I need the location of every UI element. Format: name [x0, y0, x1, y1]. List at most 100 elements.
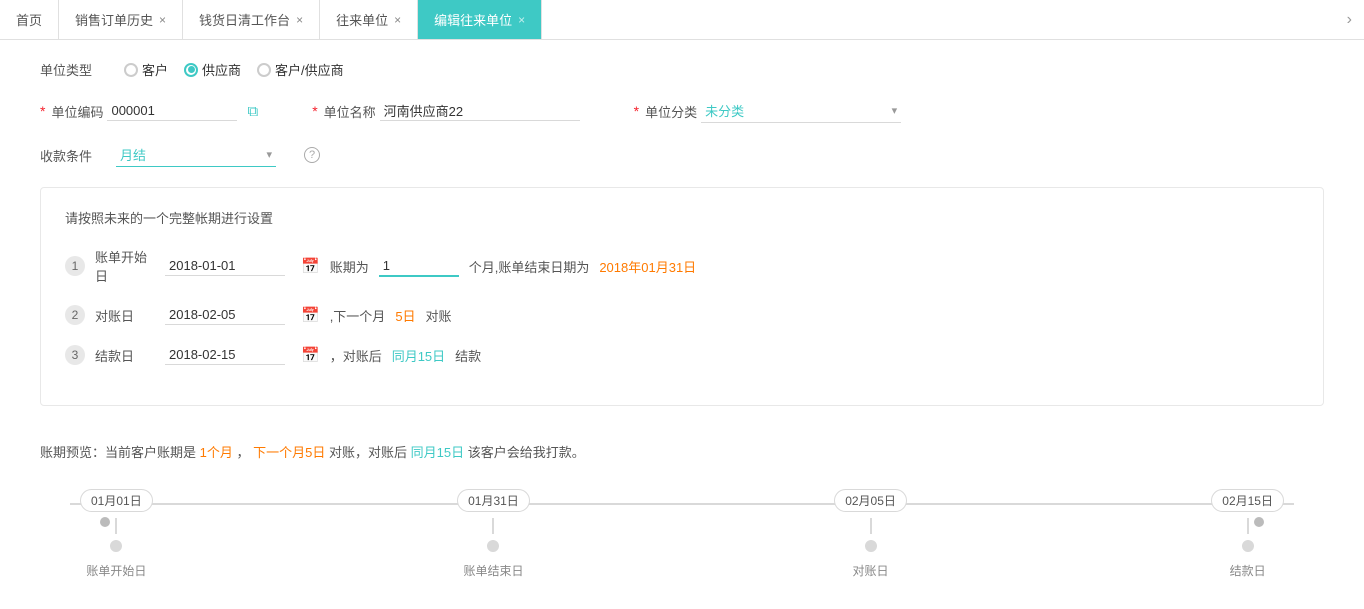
- period-row-3: 3 结款日 📅 ，对账后 同月15日 结款: [65, 345, 1299, 365]
- payment-suffix-pre: ，对账后: [330, 346, 382, 365]
- unit-category-group: * 单位分类 未分类 ▾: [634, 99, 901, 123]
- tab-partner-list-close[interactable]: ×: [394, 13, 401, 27]
- radio-customer-circle: [124, 63, 138, 77]
- period-row-3-label: 结款日: [95, 346, 155, 365]
- period-start-date-input[interactable]: [165, 256, 285, 276]
- unit-type-label: 单位类型: [40, 60, 100, 79]
- timeline-date-1: 01月31日: [457, 489, 530, 512]
- timeline-label-0: 账单开始日: [86, 562, 146, 579]
- tab-cash-work-label: 钱货日清工作台: [199, 10, 290, 29]
- unit-code-label: 单位编码: [51, 102, 103, 121]
- radio-supplier-label: 供应商: [202, 60, 241, 79]
- tab-sales-history-close[interactable]: ×: [159, 13, 166, 27]
- timeline-dot-2: [865, 540, 877, 552]
- unit-category-arrow-icon: ▾: [892, 104, 898, 117]
- preview-section: 账期预览：当前客户账期是 1个月 ， 下一个月5日 对账，对账后 同月15日 该…: [40, 426, 1324, 469]
- tab-home-label: 首页: [16, 10, 42, 29]
- tab-edit-partner-label: 编辑往来单位: [434, 10, 512, 29]
- tab-partner-list-label: 往来单位: [336, 10, 388, 29]
- radio-customer-label: 客户: [142, 60, 168, 79]
- payment-terms-select[interactable]: 月结 ▾: [116, 143, 276, 167]
- unit-type-radio-group: 客户 供应商 客户/供应商: [124, 60, 344, 79]
- timeline-item-0: 01月01日 账单开始日: [80, 489, 153, 579]
- unit-code-star: *: [40, 103, 45, 119]
- period-row-1-num: 1: [65, 256, 85, 276]
- timeline-dot-1: [487, 540, 499, 552]
- unit-name-label: 单位名称: [324, 102, 376, 121]
- timeline-connector-2: [870, 518, 872, 534]
- period-end-date: 2018年01月31日: [599, 257, 696, 276]
- radio-customer[interactable]: 客户: [124, 60, 168, 79]
- unit-code-group: * 单位编码 ⧉: [40, 101, 258, 121]
- period-row-1-label: 账单开始日: [95, 247, 155, 285]
- payment-date-input[interactable]: [165, 345, 285, 365]
- radio-supplier[interactable]: 供应商: [184, 60, 241, 79]
- payment-suffix-post: 结款: [455, 346, 481, 365]
- payment-day-highlight: 同月15日: [392, 346, 445, 365]
- payment-terms-arrow-icon: ▾: [266, 148, 272, 161]
- tab-edit-partner[interactable]: 编辑往来单位 ×: [418, 0, 542, 39]
- timeline-section: 01月01日 账单开始日 01月31日 账单结束日 02月05日 对账日 02月…: [40, 469, 1324, 589]
- radio-supplier-circle: [184, 63, 198, 77]
- radio-both[interactable]: 客户/供应商: [257, 60, 344, 79]
- payment-cal-icon[interactable]: 📅: [301, 346, 320, 364]
- tab-home[interactable]: 首页: [0, 0, 59, 39]
- unit-category-value: 未分类: [705, 101, 885, 120]
- payment-terms-row: 收款条件 月结 ▾ ?: [40, 143, 1324, 167]
- timeline-label-3: 结款日: [1230, 562, 1266, 579]
- unit-name-input[interactable]: [380, 101, 580, 121]
- unit-category-star: *: [634, 103, 639, 119]
- period-label: 账期为: [330, 257, 369, 276]
- timeline-connector-0: [115, 518, 117, 534]
- period-row-2: 2 对账日 📅 ,下一个月 5日 对账: [65, 305, 1299, 325]
- timeline-date-3: 02月15日: [1211, 489, 1284, 512]
- tab-partner-list[interactable]: 往来单位 ×: [320, 0, 418, 39]
- timeline-label-2: 对账日: [853, 562, 889, 579]
- period-num-input[interactable]: [379, 256, 459, 277]
- period-start-cal-icon[interactable]: 📅: [301, 257, 320, 275]
- timeline-item-2: 02月05日 对账日: [834, 489, 907, 579]
- tab-cash-work-close[interactable]: ×: [296, 13, 303, 27]
- unit-code-copy-icon[interactable]: ⧉: [247, 103, 258, 120]
- tab-bar: 首页 销售订单历史 × 钱货日清工作台 × 往来单位 × 编辑往来单位 × ›: [0, 0, 1364, 40]
- reconcile-suffix-pre: ,下一个月: [330, 306, 386, 325]
- period-box-title: 请按照未来的一个完整帐期进行设置: [65, 208, 1299, 227]
- timeline-item-3: 02月15日 结款日: [1211, 489, 1284, 579]
- preview-mid1: ，: [237, 445, 250, 460]
- reconcile-date-input[interactable]: [165, 305, 285, 325]
- preview-post: 该客户会给我打款。: [468, 445, 585, 460]
- period-row-1: 1 账单开始日 📅 账期为 个月,账单结束日期为 2018年01月31日: [65, 247, 1299, 285]
- period-row-2-num: 2: [65, 305, 85, 325]
- tab-sales-history[interactable]: 销售订单历史 ×: [59, 0, 183, 39]
- payment-terms-help-icon[interactable]: ?: [304, 147, 320, 163]
- period-row-3-num: 3: [65, 345, 85, 365]
- reconcile-cal-icon[interactable]: 📅: [301, 306, 320, 324]
- payment-terms-label: 收款条件: [40, 146, 92, 165]
- timeline-item-1: 01月31日 账单结束日: [457, 489, 530, 579]
- timeline-date-2: 02月05日: [834, 489, 907, 512]
- period-suffix: 个月,账单结束日期为: [469, 257, 590, 276]
- unit-category-label: 单位分类: [645, 102, 697, 121]
- unit-category-select[interactable]: 未分类 ▾: [701, 99, 901, 123]
- timeline-label-1: 账单结束日: [463, 562, 523, 579]
- preview-label: 账期预览：当前客户账期是: [40, 445, 196, 460]
- timeline-dot-3: [1242, 540, 1254, 552]
- timeline-date-0: 01月01日: [80, 489, 153, 512]
- period-row-2-label: 对账日: [95, 306, 155, 325]
- tab-edit-partner-close[interactable]: ×: [518, 13, 525, 27]
- tab-more-button[interactable]: ›: [1335, 0, 1364, 39]
- unit-type-row: 单位类型 客户 供应商 客户/供应商: [40, 60, 1324, 79]
- payment-terms-value: 月结: [120, 145, 260, 164]
- tab-cash-work[interactable]: 钱货日清工作台 ×: [183, 0, 320, 39]
- unit-code-input[interactable]: [107, 101, 237, 121]
- radio-both-circle: [257, 63, 271, 77]
- radio-both-label: 客户/供应商: [275, 60, 344, 79]
- preview-mid2: 对账，对账后: [329, 445, 407, 460]
- timeline-start-dot: [100, 517, 110, 527]
- period-setting-box: 请按照未来的一个完整帐期进行设置 1 账单开始日 📅 账期为 个月,账单结束日期…: [40, 187, 1324, 406]
- timeline-dot-0: [110, 540, 122, 552]
- unit-info-row: * 单位编码 ⧉ * 单位名称 * 单位分类 未分类 ▾: [40, 99, 1324, 123]
- tab-sales-history-label: 销售订单历史: [75, 10, 153, 29]
- unit-name-star: *: [312, 103, 317, 119]
- preview-part1: 1个月: [200, 445, 233, 460]
